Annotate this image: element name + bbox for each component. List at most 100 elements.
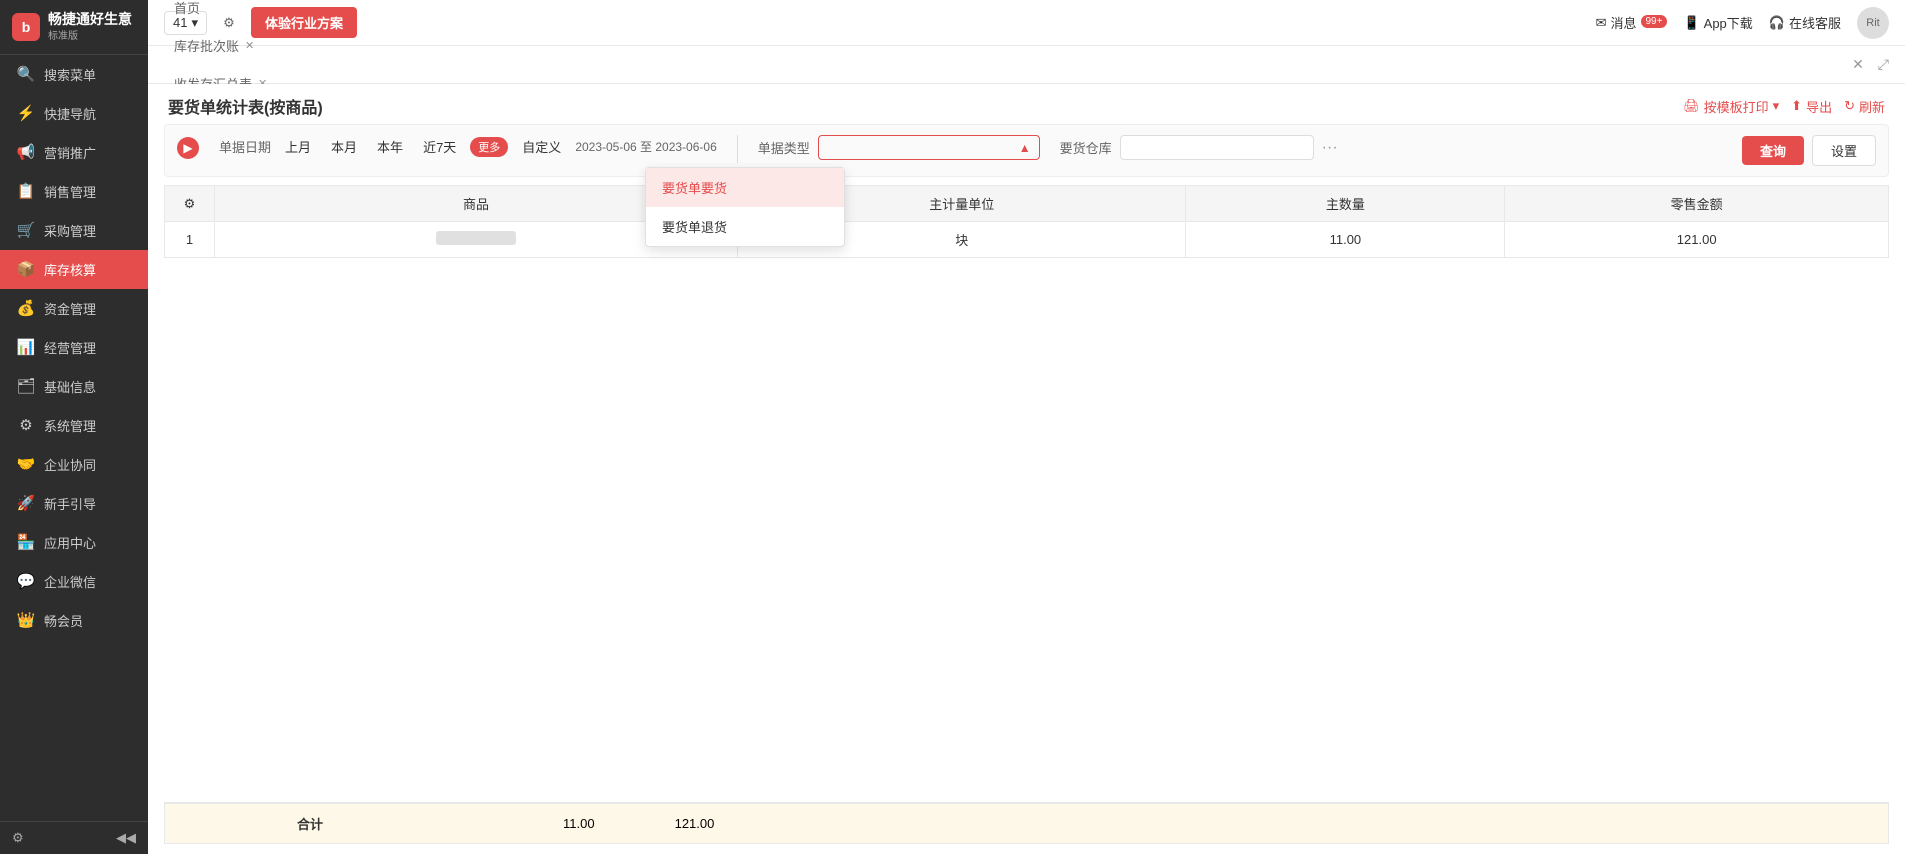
col-amount: 零售金额 xyxy=(1505,186,1889,222)
this-year-btn[interactable]: 本年 xyxy=(371,135,409,158)
operations-nav-icon: 📊 xyxy=(16,338,36,356)
refresh-button[interactable]: ↻ 刷新 xyxy=(1844,97,1885,116)
sidebar-item-purchase[interactable]: 🛒 采购管理 xyxy=(0,211,148,250)
sidebar-item-system[interactable]: ⚙ 系统管理 xyxy=(0,406,148,445)
tab-bar-end: ✕ ⤢ xyxy=(1848,54,1893,75)
sidebar-item-search[interactable]: 🔍 搜索菜单 xyxy=(0,55,148,94)
sidebar-bottom: ⚙ ◀◀ xyxy=(0,821,148,854)
query-button[interactable]: 查询 xyxy=(1742,136,1804,165)
table-settings-icon[interactable]: ⚙ xyxy=(184,196,196,211)
message-badge: 99+ xyxy=(1641,15,1668,28)
record-type-up-icon[interactable]: ▲ xyxy=(1011,137,1039,159)
record-type-dropdown: 要货单要货 要货单退货 xyxy=(645,167,845,247)
user-avatar[interactable]: Rit xyxy=(1857,7,1889,39)
sidebar-item-wechat[interactable]: 💬 企业微信 xyxy=(0,562,148,601)
sidebar-item-marketing[interactable]: 📢 营销推广 xyxy=(0,133,148,172)
export-icon: ⬆ xyxy=(1791,98,1802,114)
guide-nav-icon: 🚀 xyxy=(16,494,36,512)
finance-nav-icon: 💰 xyxy=(16,299,36,317)
header-right: ✉ 消息 99+ 📱 App下载 🎧 在线客服 Rit xyxy=(1596,7,1889,39)
warehouse-more-icon[interactable]: ··· xyxy=(1322,139,1338,157)
tab-bar: 首页库存批次账✕收发存汇总表✕要货单统计表✕ ✕ ⤢ xyxy=(148,46,1905,84)
sidebar-item-quicknav[interactable]: ⚡ 快捷导航 xyxy=(0,94,148,133)
this-month-btn[interactable]: 本月 xyxy=(325,135,363,158)
search-nav-label: 搜索菜单 xyxy=(44,65,96,84)
system-nav-label: 系统管理 xyxy=(44,416,96,435)
print-dropdown-icon: ▾ xyxy=(1773,98,1780,114)
record-type-select[interactable]: ▲ xyxy=(818,135,1040,160)
col-quantity: 主数量 xyxy=(1186,186,1505,222)
main-content: 41 ▾ ⚙ 体验行业方案 ✉ 消息 99+ 📱 App下载 🎧 在线客服 Ri… xyxy=(148,0,1905,854)
export-button[interactable]: ⬆ 导出 xyxy=(1791,97,1832,116)
dropdown-item-tuihuo[interactable]: 要货单退货 xyxy=(646,207,844,246)
message-label: 消息 xyxy=(1610,13,1636,32)
tab-1[interactable]: 库存批次账✕ xyxy=(160,27,282,65)
record-type-input[interactable] xyxy=(819,136,1011,159)
sidebar-item-base[interactable]: 🗂 基础信息 xyxy=(0,367,148,406)
warehouse-input[interactable] xyxy=(1120,135,1314,160)
filter-settings-button[interactable]: 设置 xyxy=(1812,135,1876,166)
collapse-icon[interactable]: ◀◀ xyxy=(116,830,136,846)
table-footer: 合计 11.00 121.00 xyxy=(164,802,1889,844)
member-nav-label: 畅会员 xyxy=(44,611,83,630)
app-download-action[interactable]: 📱 App下载 xyxy=(1683,13,1752,32)
last-7-days-btn[interactable]: 近7天 xyxy=(417,135,462,158)
table-row: 1 块 11.00 121.00 xyxy=(165,222,1889,258)
more-date-btn[interactable]: 更多 xyxy=(470,137,508,157)
export-label: 导出 xyxy=(1806,97,1832,116)
warehouse-label: 要货仓库 xyxy=(1060,138,1112,157)
print-label: 按模板打印 xyxy=(1704,97,1769,116)
sidebar-nav-scroll: 🔍 搜索菜单 ⚡ 快捷导航 📢 营销推广 📋 销售管理 🛒 采购管理 📦 库存核… xyxy=(0,55,148,821)
filter-expand-button[interactable]: ▶ xyxy=(177,137,199,159)
app-logo-text: 畅捷通好生意 标准版 xyxy=(48,10,132,44)
date-filter-group: 单据日期 上月 本月 本年 近7天 更多 自定义 2023-05-06 至 20… xyxy=(219,135,717,158)
page-actions: 🖨 按模板打印 ▾ ⬆ 导出 ↻ 刷新 xyxy=(1683,97,1885,116)
sidebar-item-guide[interactable]: 🚀 新手引导 xyxy=(0,484,148,523)
sidebar-item-inventory[interactable]: 📦 库存核算 xyxy=(0,250,148,289)
sidebar-item-operations[interactable]: 📊 经营管理 xyxy=(0,328,148,367)
finance-nav-label: 资金管理 xyxy=(44,299,96,318)
print-button[interactable]: 🖨 按模板打印 ▾ xyxy=(1683,97,1779,116)
system-nav-icon: ⚙ xyxy=(16,416,36,434)
tab-close-1[interactable]: ✕ xyxy=(245,39,254,52)
expand-tab-icon[interactable]: ⤢ xyxy=(1874,54,1893,75)
appstore-nav-icon: 🏪 xyxy=(16,533,36,551)
guide-nav-label: 新手引导 xyxy=(44,494,96,513)
marketing-nav-label: 营销推广 xyxy=(44,143,96,162)
nav-list: 🔍 搜索菜单 ⚡ 快捷导航 📢 营销推广 📋 销售管理 🛒 采购管理 📦 库存核… xyxy=(0,55,148,640)
sidebar-item-enterprise[interactable]: 🤝 企业协同 xyxy=(0,445,148,484)
footer-total-quantity: 11.00 xyxy=(563,816,595,831)
data-table: ⚙ 商品 主计量单位 主数量 零售金额 1 块 11.00 121.00 xyxy=(164,185,1889,258)
inventory-nav-label: 库存核算 xyxy=(44,260,96,279)
filter-bar: ▶ 单据日期 上月 本月 本年 近7天 更多 自定义 2023-05-06 至 … xyxy=(164,124,1889,177)
app-icon: 📱 xyxy=(1683,15,1699,31)
base-nav-icon: 🗂 xyxy=(16,377,36,395)
sidebar-item-member[interactable]: 👑 畅会员 xyxy=(0,601,148,640)
custom-date-btn[interactable]: 自定义 xyxy=(516,135,567,158)
product-placeholder-0 xyxy=(436,231,516,245)
sidebar-item-finance[interactable]: 💰 资金管理 xyxy=(0,289,148,328)
message-icon: ✉ xyxy=(1596,15,1607,31)
refresh-label: 刷新 xyxy=(1859,97,1885,116)
last-month-btn[interactable]: 上月 xyxy=(279,135,317,158)
page-header: 要货单统计表(按商品) 🖨 按模板打印 ▾ ⬆ 导出 ↻ 刷新 xyxy=(148,84,1905,124)
sidebar: b 畅捷通好生意 标准版 🔍 搜索菜单 ⚡ 快捷导航 📢 营销推广 📋 销售管理… xyxy=(0,0,148,854)
online-service-action[interactable]: 🎧 在线客服 xyxy=(1769,13,1841,32)
cell-index-0: 1 xyxy=(165,222,215,258)
purchase-nav-icon: 🛒 xyxy=(16,221,36,239)
warehouse-group: 要货仓库 ··· xyxy=(1060,135,1338,160)
settings-icon[interactable]: ⚙ xyxy=(12,830,24,846)
tab-0[interactable]: 首页 xyxy=(160,0,282,27)
sidebar-item-appstore[interactable]: 🏪 应用中心 xyxy=(0,523,148,562)
sidebar-logo: b 畅捷通好生意 标准版 xyxy=(0,0,148,55)
wechat-nav-icon: 💬 xyxy=(16,572,36,590)
message-action[interactable]: ✉ 消息 99+ xyxy=(1596,13,1668,32)
record-type-label: 单据类型 xyxy=(758,138,810,157)
enterprise-nav-icon: 🤝 xyxy=(16,455,36,473)
headset-icon: 🎧 xyxy=(1769,15,1785,31)
wechat-nav-label: 企业微信 xyxy=(44,572,96,591)
sidebar-item-sales[interactable]: 📋 销售管理 xyxy=(0,172,148,211)
col-settings[interactable]: ⚙ xyxy=(165,186,215,222)
close-tab-icon[interactable]: ✕ xyxy=(1848,54,1868,75)
dropdown-item-yaohuo[interactable]: 要货单要货 xyxy=(646,168,844,207)
